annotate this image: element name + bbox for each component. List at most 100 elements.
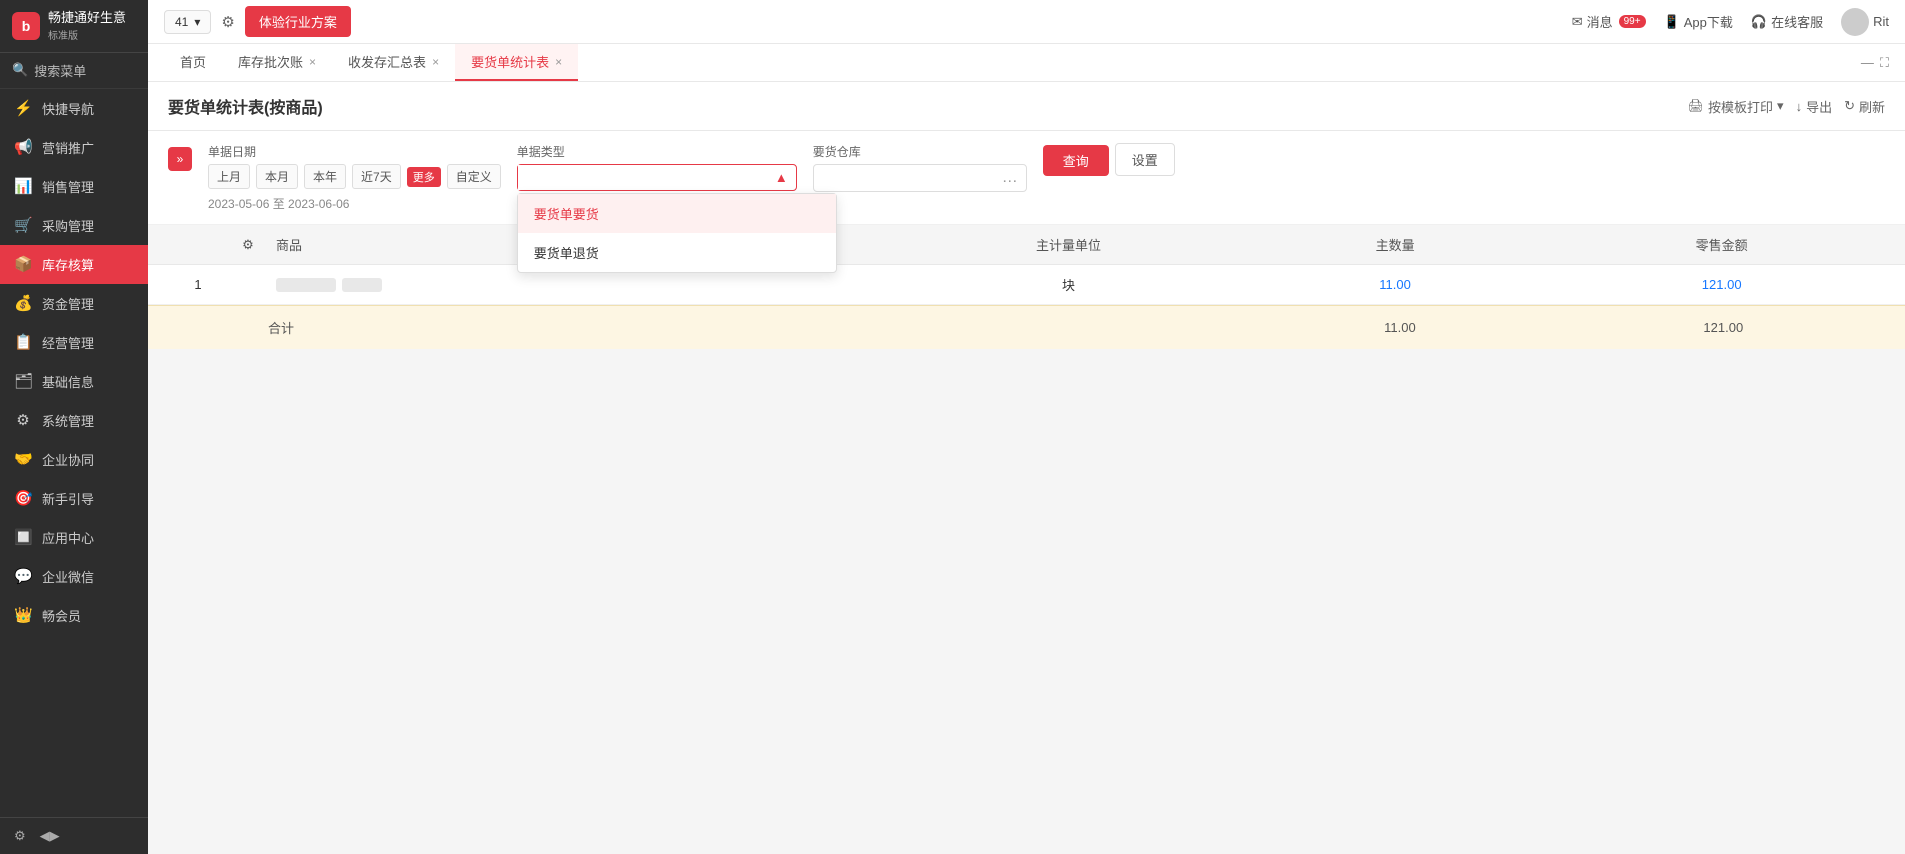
cell-qty-1[interactable]: 11.00 bbox=[1232, 269, 1559, 300]
message-btn[interactable]: ✉ 消息 99+ bbox=[1572, 12, 1646, 31]
dropdown-item-order-goods[interactable]: 要货单要货 bbox=[518, 194, 836, 233]
type-dropdown: 要货单要货 要货单退货 bbox=[517, 193, 837, 273]
sidebar-item-appstore[interactable]: 🔲 应用中心 bbox=[0, 518, 148, 557]
table-row: 1 块 11.00 121.00 bbox=[148, 265, 1905, 305]
date-this-month-btn[interactable]: 本月 bbox=[256, 164, 298, 189]
sidebar-label-guide: 新手引导 bbox=[42, 489, 94, 508]
refresh-btn[interactable]: ↻ 刷新 bbox=[1844, 97, 1885, 116]
date-this-year-btn[interactable]: 本年 bbox=[304, 164, 346, 189]
warehouse-filter-group: 要货仓库 … bbox=[813, 143, 1027, 192]
sidebar-item-member[interactable]: 👑 畅会员 bbox=[0, 596, 148, 635]
system-icon: ⚙ bbox=[14, 411, 32, 429]
cooperation-icon: 🤝 bbox=[14, 450, 32, 468]
tab-inventory-batch[interactable]: 库存批次账 × bbox=[222, 44, 332, 81]
export-btn[interactable]: ↓ 导出 bbox=[1796, 97, 1833, 116]
tab-home[interactable]: 首页 bbox=[164, 44, 222, 81]
tabs-right-controls: — ⛶ bbox=[1861, 55, 1889, 71]
cell-idx-1: 1 bbox=[168, 269, 228, 300]
sidebar-item-cooperation[interactable]: 🤝 企业协同 bbox=[0, 440, 148, 479]
sidebar-item-guide[interactable]: 🎯 新手引导 bbox=[0, 479, 148, 518]
col-gear[interactable]: ⚙ bbox=[228, 227, 268, 263]
filter-bar: » 单据日期 上月 本月 本年 近7天 更多 自定义 2023-05-06 至 … bbox=[148, 131, 1905, 225]
filter-settings-btn[interactable]: 设置 bbox=[1115, 143, 1175, 176]
user-area[interactable]: Rit bbox=[1841, 8, 1889, 36]
page-header: 要货单统计表(按商品) 🖨 按模板打印 ▾ ↓ 导出 ↻ 刷新 bbox=[148, 82, 1905, 131]
trial-btn[interactable]: 体验行业方案 bbox=[245, 6, 351, 37]
date-range-display: 2023-05-06 至 2023-06-06 bbox=[208, 195, 501, 212]
tab-expand-icon[interactable]: ⛶ bbox=[1880, 55, 1889, 71]
app-download-btn[interactable]: 📱 App下载 bbox=[1664, 12, 1733, 31]
sidebar-item-wechat[interactable]: 💬 企业微信 bbox=[0, 557, 148, 596]
filter-actions-group: 查询 设置 bbox=[1043, 143, 1175, 178]
tab-receive-summary[interactable]: 收发存汇总表 × bbox=[332, 44, 455, 81]
dropdown-item-order-return-label: 要货单退货 bbox=[534, 246, 599, 261]
online-service-btn[interactable]: 🎧 在线客服 bbox=[1751, 12, 1823, 31]
tab-order-stats[interactable]: 要货单统计表 × bbox=[455, 44, 578, 81]
refresh-icon: ↻ bbox=[1844, 98, 1855, 114]
dropdown-item-order-return[interactable]: 要货单退货 bbox=[518, 233, 836, 272]
message-icon: ✉ bbox=[1572, 14, 1583, 30]
col-qty: 主数量 bbox=[1232, 225, 1559, 264]
tab-home-label: 首页 bbox=[180, 52, 206, 71]
tabs-bar: 首页 库存批次账 × 收发存汇总表 × 要货单统计表 × — ⛶ bbox=[148, 44, 1905, 82]
date-more-badge[interactable]: 更多 bbox=[407, 167, 441, 187]
sidebar-label-wechat: 企业微信 bbox=[42, 567, 94, 586]
sidebar-collapse-icon[interactable]: ◀▶ bbox=[40, 828, 60, 844]
topbar-gear-icon[interactable]: ⚙ bbox=[221, 13, 234, 31]
type-filter-input-wrap: ▲ bbox=[517, 164, 797, 191]
sidebar-item-operations[interactable]: 📋 经营管理 bbox=[0, 323, 148, 362]
sidebar-item-inventory[interactable]: 📦 库存核算 bbox=[0, 245, 148, 284]
print-btn[interactable]: 🖨 按模板打印 ▾ bbox=[1688, 97, 1784, 116]
sidebar-item-quick-nav[interactable]: ⚡ 快捷导航 bbox=[0, 89, 148, 128]
table-footer: 合计 11.00 121.00 bbox=[148, 305, 1905, 349]
print-icon: 🖨 bbox=[1688, 98, 1705, 114]
col-amount: 零售金额 bbox=[1558, 225, 1885, 264]
tab-inventory-batch-close[interactable]: × bbox=[309, 55, 316, 69]
filter-expand-btn[interactable]: » bbox=[168, 147, 192, 171]
export-label: 导出 bbox=[1806, 97, 1832, 116]
sidebar-item-sales[interactable]: 📊 销售管理 bbox=[0, 167, 148, 206]
date-last-month-btn[interactable]: 上月 bbox=[208, 164, 250, 189]
sidebar-bottom: ⚙ ◀▶ bbox=[0, 817, 148, 854]
col-idx bbox=[168, 235, 228, 255]
tab-order-stats-close[interactable]: × bbox=[555, 55, 562, 69]
type-filter-input[interactable] bbox=[518, 165, 767, 190]
topbar-left: 41 ▾ ⚙ 体验行业方案 bbox=[164, 6, 351, 37]
tab-receive-summary-close[interactable]: × bbox=[432, 55, 439, 69]
sales-icon: 📊 bbox=[14, 177, 32, 195]
settings-gear-icon[interactable]: ⚙ bbox=[14, 828, 26, 844]
type-filter-group: 单据类型 ▲ 要货单要货 要货单退货 bbox=[517, 143, 797, 191]
sidebar-label-purchase: 采购管理 bbox=[42, 216, 94, 235]
date-custom-btn[interactable]: 自定义 bbox=[447, 164, 501, 189]
type-filter-chevron-icon[interactable]: ▲ bbox=[767, 170, 796, 185]
sidebar-item-basic[interactable]: 🗂 基础信息 bbox=[0, 362, 148, 401]
finance-icon: 💰 bbox=[14, 294, 32, 312]
quick-nav-icon: ⚡ bbox=[14, 99, 32, 117]
tab-minimize-icon[interactable]: — bbox=[1861, 55, 1874, 70]
sidebar-item-purchase[interactable]: 🛒 采购管理 bbox=[0, 206, 148, 245]
sidebar-item-marketing[interactable]: 📢 营销推广 bbox=[0, 128, 148, 167]
warehouse-filter-input-wrap: … bbox=[813, 164, 1027, 192]
date-last-7-days-btn[interactable]: 近7天 bbox=[352, 164, 401, 189]
cell-gear-1 bbox=[228, 277, 268, 293]
export-icon: ↓ bbox=[1796, 99, 1803, 114]
date-filter-group: 单据日期 上月 本月 本年 近7天 更多 自定义 2023-05-06 至 20… bbox=[208, 143, 501, 212]
logo-text-area: 畅捷通好生意 标准版 bbox=[48, 10, 126, 42]
sidebar-item-system[interactable]: ⚙ 系统管理 bbox=[0, 401, 148, 440]
goods-placeholder-1 bbox=[276, 278, 336, 292]
page-title: 要货单统计表(按商品) bbox=[168, 94, 323, 118]
warehouse-filter-input[interactable] bbox=[822, 171, 998, 186]
cell-amount-1[interactable]: 121.00 bbox=[1558, 269, 1885, 300]
table-header: ⚙ 商品 主计量单位 主数量 零售金额 bbox=[148, 225, 1905, 265]
query-btn[interactable]: 查询 bbox=[1043, 145, 1109, 176]
purchase-icon: 🛒 bbox=[14, 216, 32, 234]
warehouse-more-icon[interactable]: … bbox=[1002, 169, 1018, 187]
sidebar-label-operations: 经营管理 bbox=[42, 333, 94, 352]
message-label: 消息 bbox=[1587, 12, 1613, 31]
sidebar-label-quick-nav: 快捷导航 bbox=[42, 99, 94, 118]
goods-placeholder-2 bbox=[342, 278, 382, 292]
sidebar-item-finance[interactable]: 💰 资金管理 bbox=[0, 284, 148, 323]
search-menu-btn[interactable]: 🔍 搜索菜单 bbox=[0, 53, 148, 89]
guide-icon: 🎯 bbox=[14, 489, 32, 507]
store-selector[interactable]: 41 ▾ bbox=[164, 10, 211, 34]
